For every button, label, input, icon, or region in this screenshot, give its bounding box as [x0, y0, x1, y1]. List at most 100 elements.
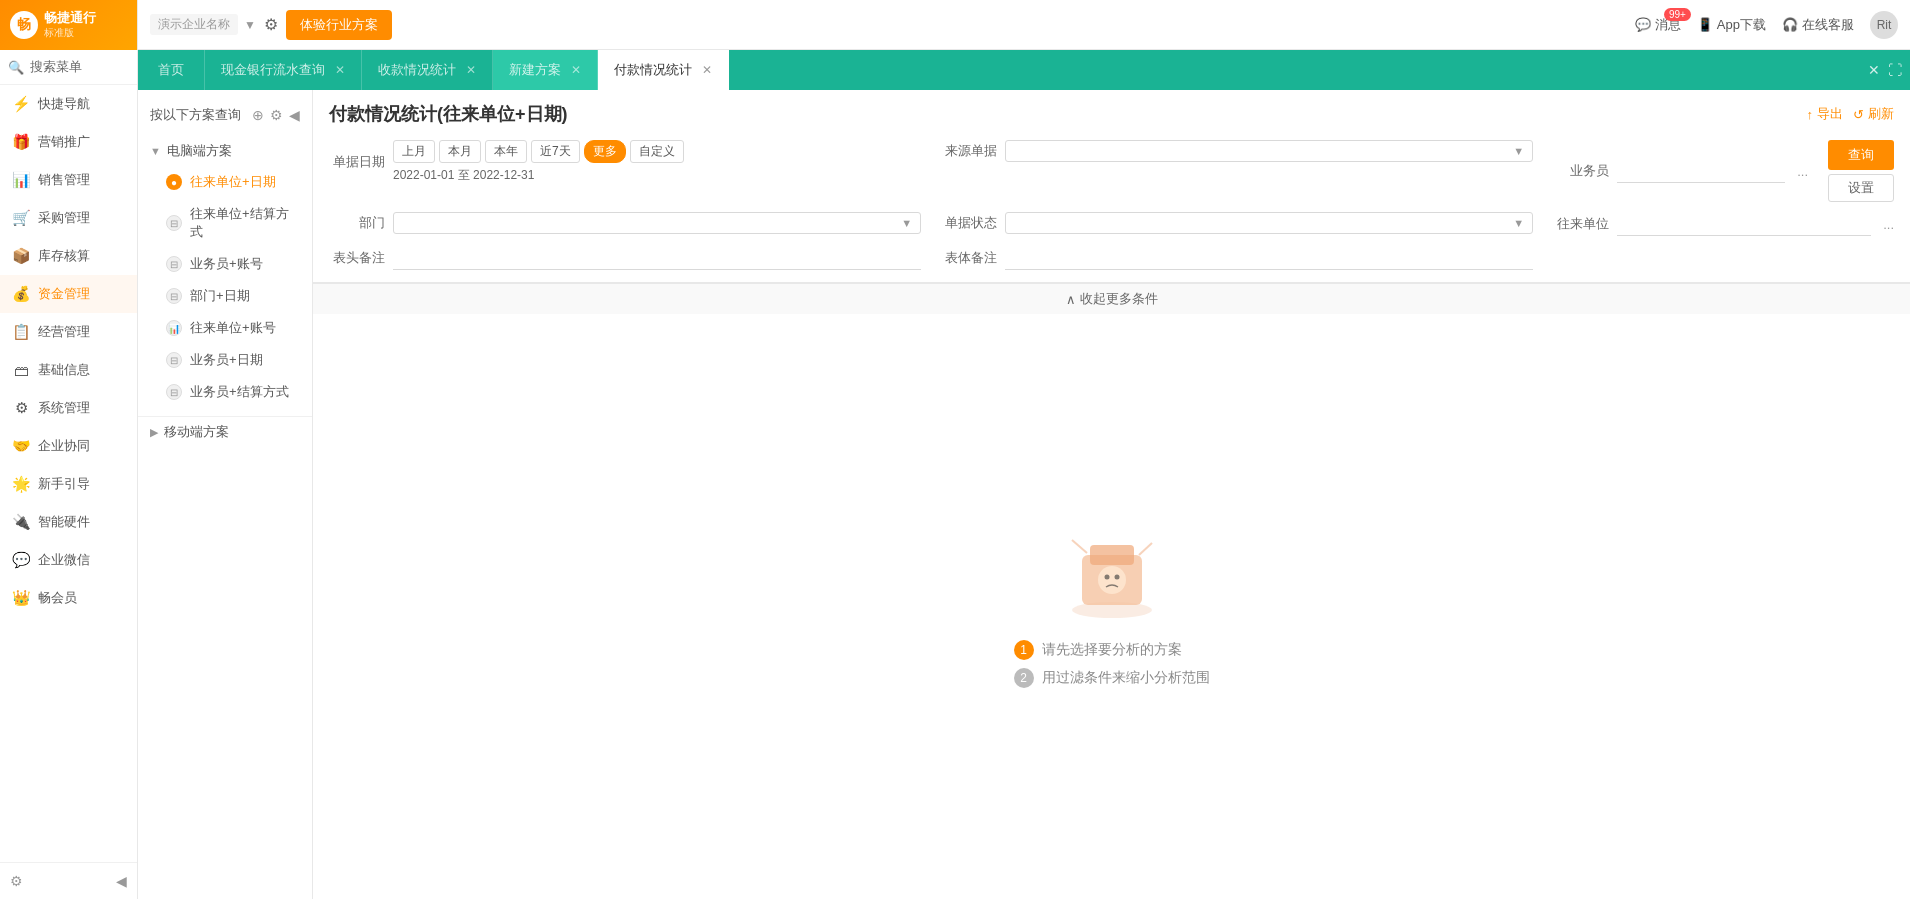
filter-agent-label: 业务员: [1553, 162, 1609, 180]
filter-source-value[interactable]: ▼: [1005, 140, 1533, 162]
sidebar-header: 畅 畅捷通行 标准版: [0, 0, 137, 50]
scheme-add-btn[interactable]: ⊕: [252, 107, 264, 123]
filter-note-body-input[interactable]: [1005, 246, 1533, 270]
filter-status-select[interactable]: ▼: [1005, 212, 1533, 234]
sidebar-item-wechat[interactable]: 💬 企业微信: [0, 541, 137, 579]
tab-cashflow[interactable]: 现金银行流水查询 ✕: [205, 50, 362, 90]
refresh-btn[interactable]: ↺ 刷新: [1853, 105, 1894, 123]
sidebar-item-label: 畅会员: [38, 589, 77, 607]
tip-num-1: 1: [1014, 640, 1034, 660]
scheme-group-desktop-header[interactable]: ▼ 电脑端方案: [138, 136, 312, 166]
app-download-btn[interactable]: 📱 App下载: [1697, 16, 1766, 34]
refresh-icon: ↺: [1853, 107, 1864, 122]
sidebar-nav: ⚡ 快捷导航 🎁 营销推广 📊 销售管理 🛒 采购管理 📦 库存核算 💰 资金管…: [0, 85, 137, 862]
sidebar-item-enterprise[interactable]: 🤝 企业协同: [0, 427, 137, 465]
sidebar-item-member[interactable]: 👑 畅会员: [0, 579, 137, 617]
footer-settings-btn[interactable]: ⚙: [10, 873, 23, 889]
filter-agent-input[interactable]: [1617, 159, 1785, 183]
message-icon: 💬: [1635, 17, 1651, 32]
basic-icon: 🗃: [12, 361, 30, 379]
user-avatar[interactable]: Rit: [1870, 11, 1898, 39]
tab-expand-btn[interactable]: ⛶: [1888, 62, 1902, 78]
scheme-item-0[interactable]: ● 往来单位+日期: [138, 166, 312, 198]
sidebar-item-inventory[interactable]: 📦 库存核算: [0, 237, 137, 275]
system-icon: ⚙: [12, 399, 30, 417]
tabs-actions: ✕ ⛶: [1860, 50, 1910, 90]
sidebar-item-marketing[interactable]: 🎁 营销推广: [0, 123, 137, 161]
date-btn-custom[interactable]: 自定义: [630, 140, 684, 163]
sidebar-item-quick-nav[interactable]: ⚡ 快捷导航: [0, 85, 137, 123]
tab-collection[interactable]: 收款情况统计 ✕: [362, 50, 493, 90]
tab-cashflow-close[interactable]: ✕: [335, 63, 345, 77]
scheme-item-2[interactable]: ⊟ 业务员+账号: [138, 248, 312, 280]
date-btn-last-month[interactable]: 上月: [393, 140, 435, 163]
scheme-group-mobile-header[interactable]: ▶ 移动端方案: [138, 417, 312, 447]
date-btn-this-month[interactable]: 本月: [439, 140, 481, 163]
tab-close-all-btn[interactable]: ✕: [1868, 62, 1880, 78]
marketing-icon: 🎁: [12, 133, 30, 151]
service-label: 在线客服: [1802, 16, 1854, 34]
sidebar-item-purchase[interactable]: 🛒 采购管理: [0, 199, 137, 237]
footer-collapse-btn[interactable]: ◀: [116, 873, 127, 889]
filter-partner-label: 往来单位: [1553, 215, 1609, 233]
date-btn-7days[interactable]: 近7天: [531, 140, 580, 163]
tab-payment-close[interactable]: ✕: [702, 63, 712, 77]
scheme-collapse-btn[interactable]: ◀: [289, 107, 300, 123]
sales-icon: 📊: [12, 171, 30, 189]
sidebar-item-label: 快捷导航: [38, 95, 90, 113]
export-btn[interactable]: ↑ 导出: [1807, 105, 1844, 123]
company-name: 演示企业名称: [150, 14, 238, 35]
scheme-item-icon-1: ⊟: [166, 215, 182, 231]
collapse-bar[interactable]: ∧ 收起更多条件: [313, 283, 1910, 314]
setting-btn[interactable]: 设置: [1828, 174, 1894, 202]
service-icon: 🎧: [1782, 17, 1798, 32]
scheme-group-mobile-chevron-icon: ▶: [150, 426, 158, 439]
message-btn[interactable]: 💬 消息 99+: [1635, 16, 1681, 34]
sidebar-item-hardware[interactable]: 🔌 智能硬件: [0, 503, 137, 541]
filter-status-value[interactable]: ▼: [1005, 212, 1533, 234]
scheme-item-4[interactable]: 📊 往来单位+账号: [138, 312, 312, 344]
settings-gear-btn[interactable]: ⚙: [264, 15, 278, 34]
sidebar-item-system[interactable]: ⚙ 系统管理: [0, 389, 137, 427]
company-selector[interactable]: 演示企业名称 ▼: [150, 14, 256, 35]
tab-collection-close[interactable]: ✕: [466, 63, 476, 77]
filter-partner-input[interactable]: [1617, 212, 1871, 236]
sidebar-item-guide[interactable]: 🌟 新手引导: [0, 465, 137, 503]
scheme-group-chevron-icon: ▼: [150, 145, 161, 157]
tab-collection-label: 收款情况统计: [378, 61, 456, 79]
page-title: 付款情况统计(往来单位+日期): [329, 102, 568, 126]
tip-num-2: 2: [1014, 668, 1034, 688]
filter-dept-value[interactable]: ▼: [393, 212, 921, 234]
tab-new-scheme-close[interactable]: ✕: [571, 63, 581, 77]
scheme-item-label-4: 往来单位+账号: [190, 319, 276, 337]
search-icon: 🔍: [8, 60, 24, 75]
scheme-item-3[interactable]: ⊟ 部门+日期: [138, 280, 312, 312]
date-btn-more[interactable]: 更多: [584, 140, 626, 163]
scheme-item-1[interactable]: ⊟ 往来单位+结算方式: [138, 198, 312, 248]
date-btn-this-year[interactable]: 本年: [485, 140, 527, 163]
tab-payment[interactable]: 付款情况统计 ✕: [598, 50, 729, 90]
tab-new-scheme[interactable]: 新建方案 ✕: [493, 50, 598, 90]
scheme-settings-btn[interactable]: ⚙: [270, 107, 283, 123]
sidebar-item-sales[interactable]: 📊 销售管理: [0, 161, 137, 199]
filter-row-dept: 部门 ▼: [329, 212, 921, 234]
filter-note-head-input[interactable]: [393, 246, 921, 270]
scheme-item-5[interactable]: ⊟ 业务员+日期: [138, 344, 312, 376]
scheme-panel-actions: ⊕ ⚙ ◀: [252, 107, 300, 123]
service-btn[interactable]: 🎧 在线客服: [1782, 16, 1854, 34]
filter-partner-dots[interactable]: ...: [1883, 217, 1894, 232]
sidebar-item-basic[interactable]: 🗃 基础信息: [0, 351, 137, 389]
inventory-icon: 📦: [12, 247, 30, 265]
trial-btn[interactable]: 体验行业方案: [286, 10, 392, 40]
query-btn[interactable]: 查询: [1828, 140, 1894, 170]
search-menu[interactable]: 🔍 搜索菜单: [0, 50, 137, 85]
tab-home[interactable]: 首页: [138, 50, 205, 90]
filter-source-select[interactable]: ▼: [1005, 140, 1533, 162]
filter-dept-select[interactable]: ▼: [393, 212, 921, 234]
filter-source-arrow-icon: ▼: [1513, 145, 1524, 157]
topbar: 演示企业名称 ▼ ⚙ 体验行业方案 💬 消息 99+ 📱 App下载 🎧 在线客…: [138, 0, 1910, 50]
sidebar-item-operation[interactable]: 📋 经营管理: [0, 313, 137, 351]
sidebar-item-finance[interactable]: 💰 资金管理: [0, 275, 137, 313]
scheme-item-6[interactable]: ⊟ 业务员+结算方式: [138, 376, 312, 408]
filter-agent-dots[interactable]: ...: [1797, 164, 1808, 179]
